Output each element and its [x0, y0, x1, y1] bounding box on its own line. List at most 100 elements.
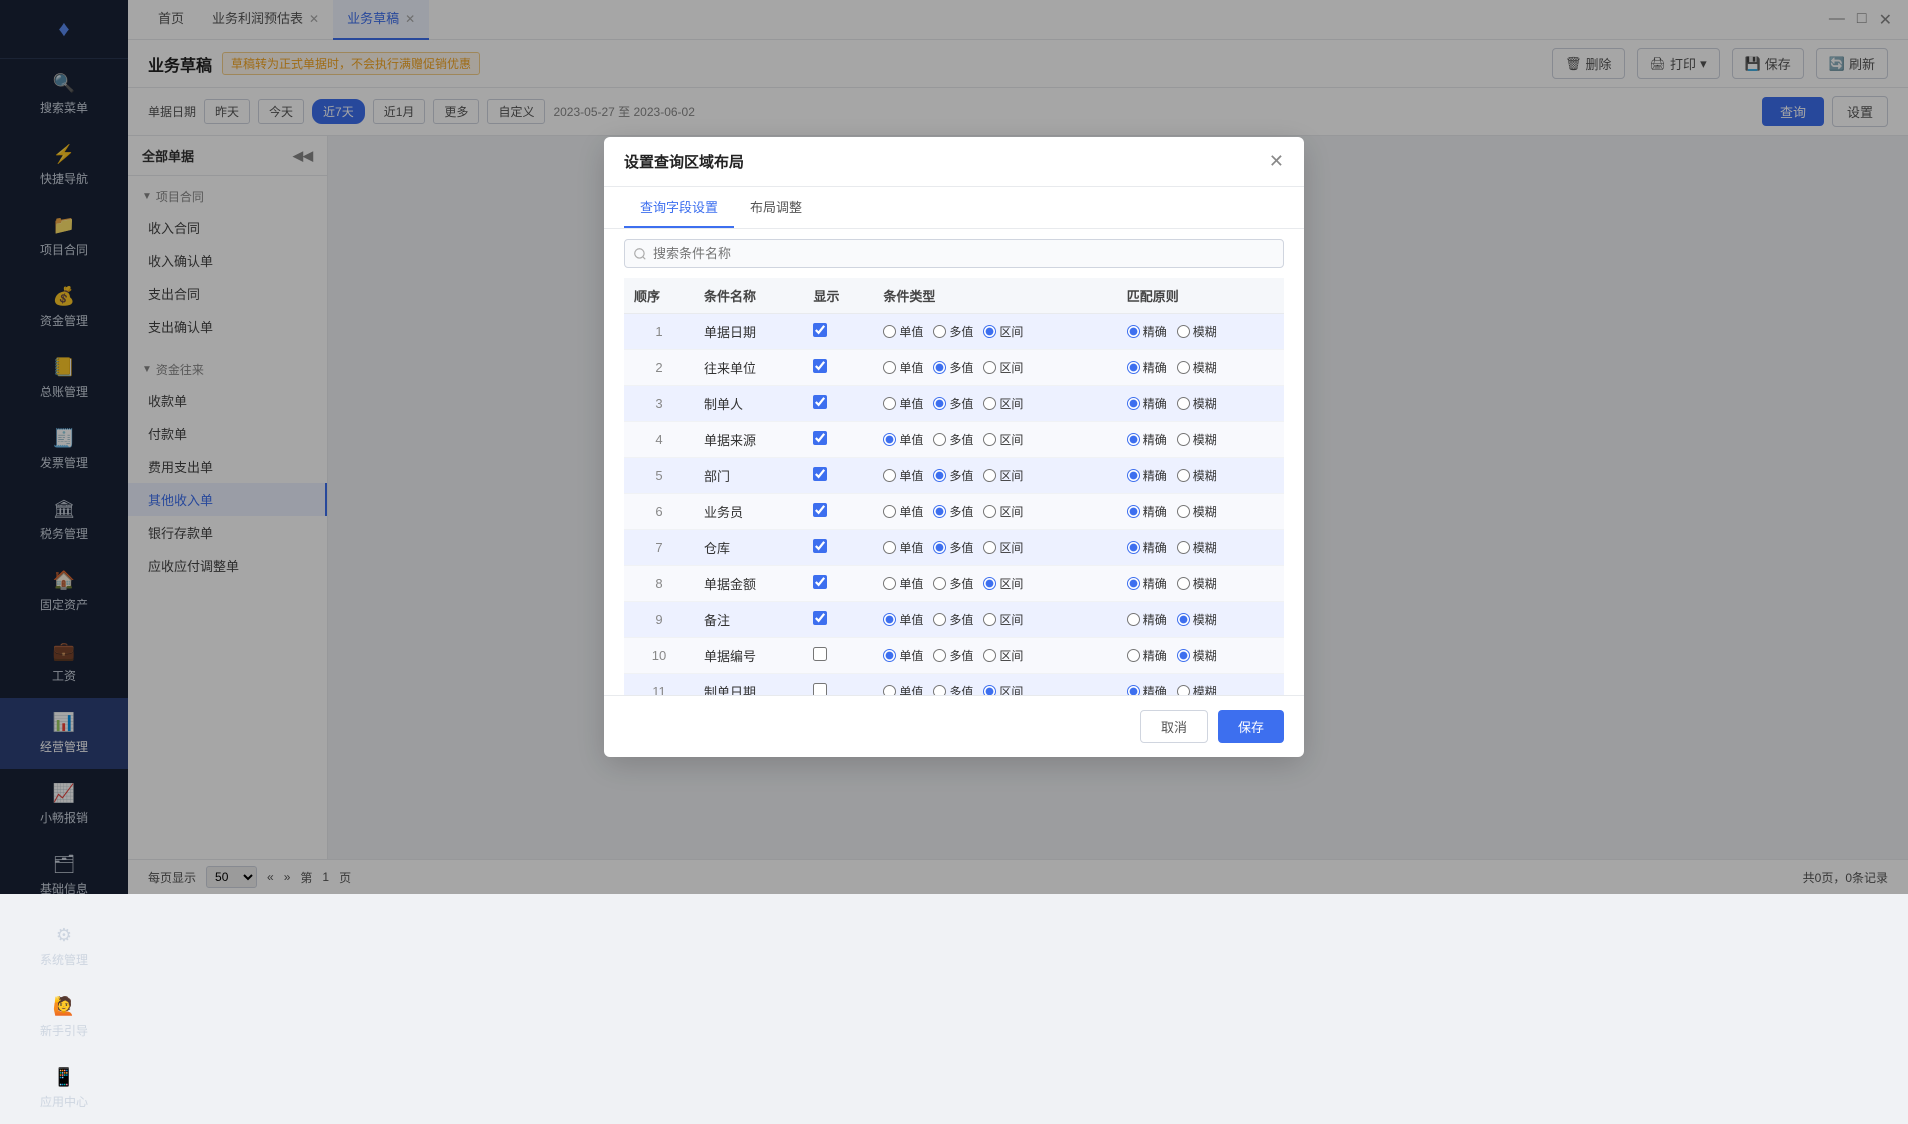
radio-single-4[interactable]: 单值: [883, 431, 923, 448]
modal-tab-layout[interactable]: 布局调整: [734, 187, 818, 228]
radio-single-3[interactable]: 单值: [883, 395, 923, 412]
radio-fuzzy-3[interactable]: 模糊: [1177, 395, 1217, 412]
radio-multi-11[interactable]: 多值: [933, 683, 973, 695]
radio-fuzzy-11[interactable]: 模糊: [1177, 683, 1217, 695]
row-type-3[interactable]: 单值 多值 区间: [873, 386, 1116, 422]
show-checkbox-6[interactable]: [813, 503, 827, 517]
radio-exact-9[interactable]: 精确: [1127, 611, 1167, 628]
row-type-2[interactable]: 单值 多值 区间: [873, 350, 1116, 386]
radio-exact-11[interactable]: 精确: [1127, 683, 1167, 695]
show-checkbox-9[interactable]: [813, 611, 827, 625]
row-show-5[interactable]: [803, 458, 873, 494]
radio-single-10[interactable]: 单值: [883, 647, 923, 664]
radio-exact-7[interactable]: 精确: [1127, 539, 1167, 556]
radio-multi-2[interactable]: 多值: [933, 359, 973, 376]
sidebar-item-apps[interactable]: 📱应用中心: [0, 1053, 128, 1124]
row-type-5[interactable]: 单值 多值 区间: [873, 458, 1116, 494]
row-show-1[interactable]: [803, 314, 873, 350]
radio-range-2[interactable]: 区间: [983, 359, 1023, 376]
radio-single-9[interactable]: 单值: [883, 611, 923, 628]
modal-close-button[interactable]: ✕: [1269, 151, 1284, 172]
row-match-4[interactable]: 精确 模糊: [1117, 422, 1284, 458]
radio-exact-8[interactable]: 精确: [1127, 575, 1167, 592]
show-checkbox-1[interactable]: [813, 323, 827, 337]
row-show-8[interactable]: [803, 566, 873, 602]
row-match-10[interactable]: 精确 模糊: [1117, 638, 1284, 674]
radio-range-11[interactable]: 区间: [983, 683, 1023, 695]
cancel-button[interactable]: 取消: [1140, 710, 1208, 743]
radio-range-4[interactable]: 区间: [983, 431, 1023, 448]
radio-single-1[interactable]: 单值: [883, 323, 923, 340]
row-show-3[interactable]: [803, 386, 873, 422]
row-type-11[interactable]: 单值 多值 区间: [873, 674, 1116, 696]
row-match-8[interactable]: 精确 模糊: [1117, 566, 1284, 602]
show-checkbox-7[interactable]: [813, 539, 827, 553]
radio-multi-5[interactable]: 多值: [933, 467, 973, 484]
show-checkbox-5[interactable]: [813, 467, 827, 481]
row-match-5[interactable]: 精确 模糊: [1117, 458, 1284, 494]
row-match-7[interactable]: 精确 模糊: [1117, 530, 1284, 566]
radio-range-8[interactable]: 区间: [983, 575, 1023, 592]
show-checkbox-4[interactable]: [813, 431, 827, 445]
radio-single-5[interactable]: 单值: [883, 467, 923, 484]
radio-multi-7[interactable]: 多值: [933, 539, 973, 556]
radio-exact-10[interactable]: 精确: [1127, 647, 1167, 664]
row-type-6[interactable]: 单值 多值 区间: [873, 494, 1116, 530]
row-show-7[interactable]: [803, 530, 873, 566]
modal-tab-field-settings[interactable]: 查询字段设置: [624, 187, 734, 228]
radio-exact-6[interactable]: 精确: [1127, 503, 1167, 520]
radio-range-9[interactable]: 区间: [983, 611, 1023, 628]
row-show-4[interactable]: [803, 422, 873, 458]
sidebar-item-sys[interactable]: ⚙系统管理: [0, 911, 128, 982]
radio-range-6[interactable]: 区间: [983, 503, 1023, 520]
radio-multi-10[interactable]: 多值: [933, 647, 973, 664]
row-type-10[interactable]: 单值 多值 区间: [873, 638, 1116, 674]
radio-multi-8[interactable]: 多值: [933, 575, 973, 592]
radio-fuzzy-2[interactable]: 模糊: [1177, 359, 1217, 376]
radio-range-7[interactable]: 区间: [983, 539, 1023, 556]
modal-save-button[interactable]: 保存: [1218, 710, 1284, 743]
show-checkbox-2[interactable]: [813, 359, 827, 373]
row-match-1[interactable]: 精确 模糊: [1117, 314, 1284, 350]
radio-single-6[interactable]: 单值: [883, 503, 923, 520]
sidebar-item-newbie[interactable]: 🙋新手引导: [0, 982, 128, 1053]
row-match-6[interactable]: 精确 模糊: [1117, 494, 1284, 530]
radio-range-5[interactable]: 区间: [983, 467, 1023, 484]
show-checkbox-3[interactable]: [813, 395, 827, 409]
row-type-7[interactable]: 单值 多值 区间: [873, 530, 1116, 566]
radio-fuzzy-5[interactable]: 模糊: [1177, 467, 1217, 484]
radio-fuzzy-10[interactable]: 模糊: [1177, 647, 1217, 664]
radio-exact-1[interactable]: 精确: [1127, 323, 1167, 340]
radio-exact-2[interactable]: 精确: [1127, 359, 1167, 376]
radio-fuzzy-8[interactable]: 模糊: [1177, 575, 1217, 592]
radio-single-11[interactable]: 单值: [883, 683, 923, 695]
modal-search-input[interactable]: [624, 239, 1284, 268]
show-checkbox-11[interactable]: [813, 683, 827, 695]
row-type-8[interactable]: 单值 多值 区间: [873, 566, 1116, 602]
radio-multi-4[interactable]: 多值: [933, 431, 973, 448]
radio-fuzzy-1[interactable]: 模糊: [1177, 323, 1217, 340]
radio-multi-1[interactable]: 多值: [933, 323, 973, 340]
row-match-9[interactable]: 精确 模糊: [1117, 602, 1284, 638]
row-show-6[interactable]: [803, 494, 873, 530]
radio-exact-3[interactable]: 精确: [1127, 395, 1167, 412]
radio-fuzzy-7[interactable]: 模糊: [1177, 539, 1217, 556]
radio-single-8[interactable]: 单值: [883, 575, 923, 592]
row-match-3[interactable]: 精确 模糊: [1117, 386, 1284, 422]
radio-fuzzy-6[interactable]: 模糊: [1177, 503, 1217, 520]
radio-fuzzy-9[interactable]: 模糊: [1177, 611, 1217, 628]
row-type-9[interactable]: 单值 多值 区间: [873, 602, 1116, 638]
radio-range-1[interactable]: 区间: [983, 323, 1023, 340]
radio-exact-4[interactable]: 精确: [1127, 431, 1167, 448]
radio-range-10[interactable]: 区间: [983, 647, 1023, 664]
radio-multi-9[interactable]: 多值: [933, 611, 973, 628]
radio-fuzzy-4[interactable]: 模糊: [1177, 431, 1217, 448]
radio-single-2[interactable]: 单值: [883, 359, 923, 376]
radio-exact-5[interactable]: 精确: [1127, 467, 1167, 484]
row-match-2[interactable]: 精确 模糊: [1117, 350, 1284, 386]
row-show-9[interactable]: [803, 602, 873, 638]
row-show-10[interactable]: [803, 638, 873, 674]
radio-multi-6[interactable]: 多值: [933, 503, 973, 520]
row-show-11[interactable]: [803, 674, 873, 696]
row-show-2[interactable]: [803, 350, 873, 386]
